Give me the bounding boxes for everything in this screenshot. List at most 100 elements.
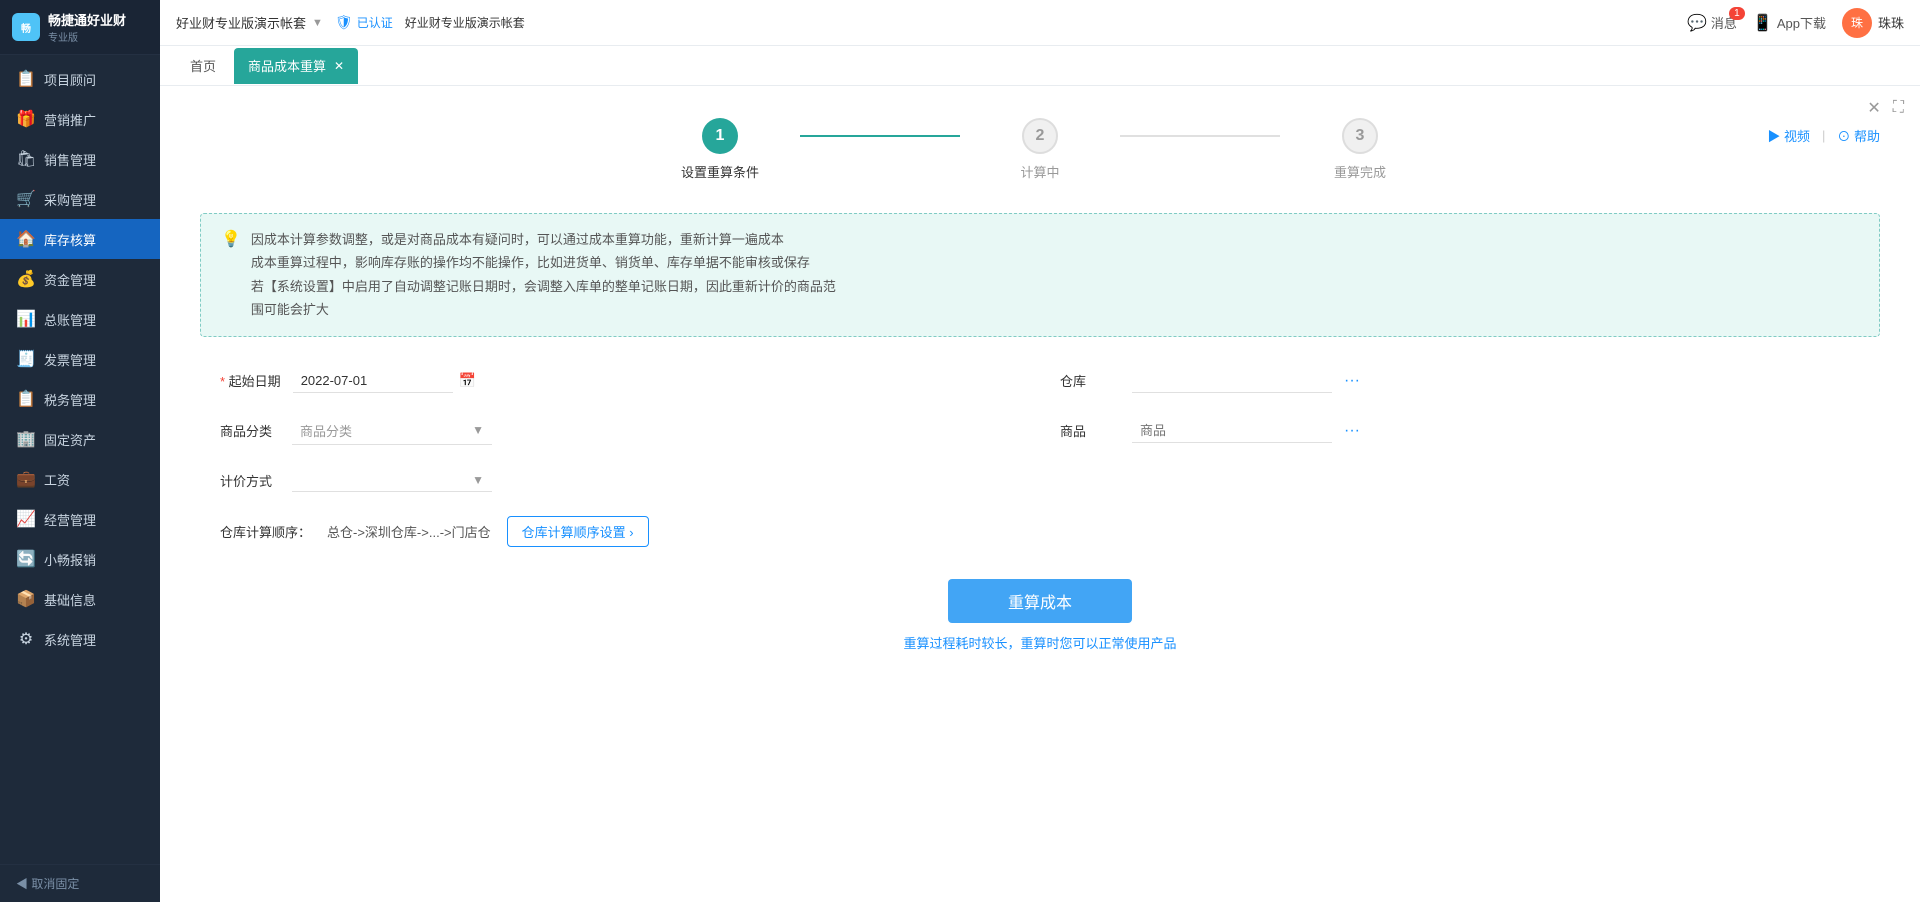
category-select[interactable]: 商品分类 ▼: [292, 417, 492, 445]
sidebar-item-marketing[interactable]: 🎁 营销推广: [0, 99, 160, 139]
steps-help-links: ▶ 视频 | ⊙ 帮助: [1767, 126, 1880, 145]
goods-field: 商品 ···: [1060, 419, 1860, 443]
sidebar-item-expense[interactable]: 🔄 小畅报销: [0, 539, 160, 579]
app-logo: 畅: [12, 13, 40, 41]
account-name: 好业财专业版演示帐套: [176, 13, 306, 32]
info-line-3: 若【系统设置】中启用了自动调整记账日期时，会调整入库单的整单记账日期，因此重新计…: [251, 275, 836, 298]
finance-icon: 💰: [16, 269, 36, 289]
warehouse-field: 仓库 ···: [1060, 369, 1860, 393]
pricing-select[interactable]: ▼: [292, 469, 492, 492]
warehouse-order-value: 总仓->深圳仓库->...->门店仓: [327, 522, 491, 541]
sidebar-item-label: 经营管理: [44, 510, 96, 529]
avatar: 珠: [1842, 8, 1872, 38]
sidebar-item-asset[interactable]: 🏢 固定资产: [0, 419, 160, 459]
tax-icon: 📋: [16, 389, 36, 409]
sidebar-item-purchase[interactable]: 🛒 采购管理: [0, 179, 160, 219]
info-line-2: 成本重算过程中，影响库存账的操作均不能操作，比如进货单、销货单、库存单据不能审核…: [251, 251, 836, 274]
category-chevron-icon: ▼: [472, 423, 484, 437]
form-row-3: 计价方式 ▼: [220, 469, 1860, 492]
warehouse-label: 仓库: [1060, 371, 1120, 390]
sidebar-item-invoice[interactable]: 🧾 发票管理: [0, 339, 160, 379]
tab-close-icon[interactable]: ✕: [334, 59, 344, 73]
sidebar-unpin-button[interactable]: ◀ 取消固定: [0, 864, 160, 902]
sidebar: 畅 畅捷通好业财 专业版 📋 项目顾问 🎁 营销推广 🛍 销售管理 🛒 采购管理…: [0, 0, 160, 902]
step-1-label: 设置重算条件: [681, 162, 759, 181]
sidebar-item-salary[interactable]: 💼 工资: [0, 459, 160, 499]
messages-button[interactable]: 💬 消息 1: [1687, 13, 1737, 33]
help-link[interactable]: ⊙ 帮助: [1837, 126, 1880, 145]
expand-window-icon[interactable]: ⛶: [1893, 99, 1904, 117]
goods-input[interactable]: [1132, 419, 1332, 443]
video-link[interactable]: ▶ 视频: [1767, 126, 1810, 145]
start-date-input[interactable]: [293, 369, 453, 393]
goods-more-icon[interactable]: ···: [1344, 422, 1360, 440]
sidebar-item-label: 销售管理: [44, 150, 96, 169]
steps-container: 1 设置重算条件 2 计算中 3 重算完成: [640, 118, 1440, 181]
tab-home[interactable]: 首页: [176, 48, 230, 84]
step-2-circle: 2: [1022, 118, 1058, 154]
step-1-circle: 1: [702, 118, 738, 154]
warehouse-order-row: 仓库计算顺序： 总仓->深圳仓库->...->门店仓 仓库计算顺序设置 ›: [220, 516, 1860, 547]
shield-icon: 🛡: [335, 14, 353, 31]
sidebar-item-tax[interactable]: 📋 税务管理: [0, 379, 160, 419]
pricing-label: 计价方式: [220, 471, 280, 490]
sidebar-item-operation[interactable]: 📈 经营管理: [0, 499, 160, 539]
sidebar-item-sales[interactable]: 🛍 销售管理: [0, 139, 160, 179]
step-connector-1: [800, 135, 960, 137]
close-window-icon[interactable]: ✕: [1867, 98, 1880, 118]
marketing-icon: 🎁: [16, 109, 36, 129]
message-icon: 💬: [1687, 13, 1707, 33]
step-3: 3 重算完成: [1280, 118, 1440, 181]
invoice-icon: 🧾: [16, 349, 36, 369]
ledger-icon: 📊: [16, 309, 36, 329]
username-label: 珠珠: [1878, 13, 1904, 32]
account-verified-name: 好业财专业版演示帐套: [405, 14, 525, 31]
sidebar-item-finance[interactable]: 💰 资金管理: [0, 259, 160, 299]
app-download-label: App下载: [1777, 13, 1826, 32]
account-dropdown-icon: ▼: [312, 17, 323, 29]
goods-label: 商品: [1060, 421, 1120, 440]
form-section: 起始日期 📅 仓库 ··· 商品分类 商品分类: [200, 369, 1880, 652]
help-divider: |: [1822, 128, 1825, 143]
tab-recalc[interactable]: 商品成本重算 ✕: [234, 48, 358, 84]
account-selector[interactable]: 好业财专业版演示帐套 ▼: [176, 13, 323, 32]
warehouse-input[interactable]: [1132, 369, 1332, 393]
sidebar-item-label: 总账管理: [44, 310, 96, 329]
sidebar-item-project[interactable]: 📋 项目顾问: [0, 59, 160, 99]
pricing-chevron-icon: ▼: [472, 473, 484, 487]
main-area: 好业财专业版演示帐套 ▼ 🛡 已认证 好业财专业版演示帐套 💬 消息 1 📱 A…: [160, 0, 1920, 902]
sidebar-item-label: 系统管理: [44, 630, 96, 649]
info-box: 💡 因成本计算参数调整，或是对商品成本有疑问时，可以通过成本重算功能，重新计算一…: [200, 213, 1880, 337]
calendar-icon[interactable]: 📅: [459, 372, 476, 389]
sidebar-item-label: 税务管理: [44, 390, 96, 409]
sidebar-item-label: 资金管理: [44, 270, 96, 289]
sidebar-item-system[interactable]: ⚙ 系统管理: [0, 619, 160, 659]
sales-icon: 🛍: [16, 149, 36, 169]
warehouse-order-btn-label: 仓库计算顺序设置 ›: [522, 522, 634, 541]
window-controls: ✕ ⛶: [1867, 98, 1904, 118]
app-download-button[interactable]: 📱 App下载: [1753, 13, 1826, 33]
step-3-label: 重算完成: [1334, 162, 1386, 181]
tab-home-label: 首页: [190, 56, 216, 75]
warehouse-more-icon[interactable]: ···: [1344, 372, 1360, 390]
verified-badge: 🛡 已认证: [335, 14, 393, 31]
sidebar-item-label: 营销推广: [44, 110, 96, 129]
step-connector-2: [1120, 135, 1280, 137]
sidebar-item-label: 固定资产: [44, 430, 96, 449]
sidebar-item-basic[interactable]: 📦 基础信息: [0, 579, 160, 619]
sidebar-item-inventory[interactable]: 🏠 库存核算: [0, 219, 160, 259]
sidebar-item-ledger[interactable]: 📊 总账管理: [0, 299, 160, 339]
warehouse-order-label: 仓库计算顺序：: [220, 522, 311, 541]
sidebar-item-label: 小畅报销: [44, 550, 96, 569]
operation-icon: 📈: [16, 509, 36, 529]
sidebar-item-label: 发票管理: [44, 350, 96, 369]
recalc-button[interactable]: 重算成本: [948, 579, 1132, 623]
tab-recalc-label: 商品成本重算: [248, 56, 326, 75]
sidebar-item-label: 库存核算: [44, 230, 96, 249]
step-2: 2 计算中: [960, 118, 1120, 181]
user-profile[interactable]: 珠 珠珠: [1842, 8, 1904, 38]
start-date-input-wrapper: 📅: [293, 369, 476, 393]
sidebar-item-label: 工资: [44, 470, 70, 489]
warehouse-order-settings-button[interactable]: 仓库计算顺序设置 ›: [507, 516, 649, 547]
salary-icon: 💼: [16, 469, 36, 489]
